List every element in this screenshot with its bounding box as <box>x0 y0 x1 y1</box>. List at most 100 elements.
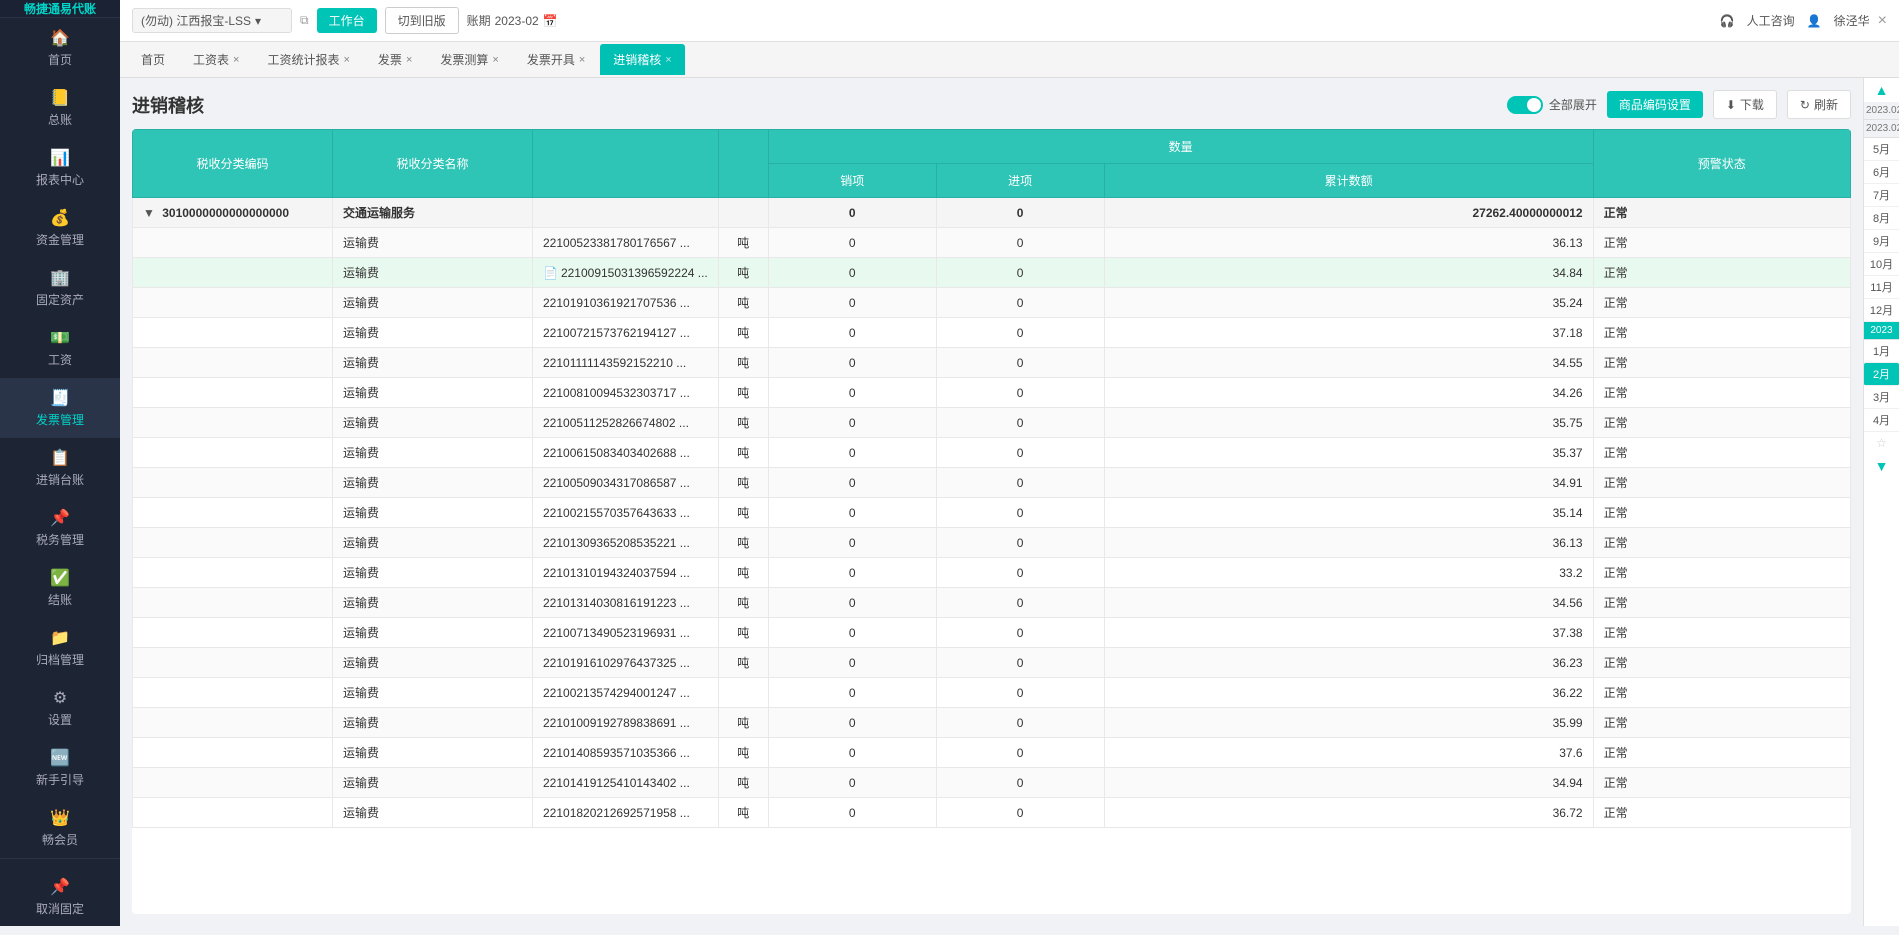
rp-month-9[interactable]: 9月 <box>1864 230 1899 253</box>
rp-month-1[interactable]: 1月 <box>1864 340 1899 363</box>
scroll-up-button[interactable]: ▲ <box>1864 78 1899 102</box>
support-label[interactable]: 人工咨询 <box>1747 12 1795 29</box>
cell-code <box>133 348 333 378</box>
rp-month-11[interactable]: 11月 <box>1864 276 1899 299</box>
cell-cumulative: 34.91 <box>1104 468 1593 498</box>
company-selector[interactable]: (勿动) 江西报宝-LSS ▾ <box>132 8 292 33</box>
toggle-label: 全部展开 <box>1549 96 1597 113</box>
tab-home[interactable]: 首页 <box>128 44 178 75</box>
file-icon: 📄 <box>543 266 558 280</box>
tab-close-salary_stat[interactable]: × <box>343 54 349 66</box>
member-icon: 👑 <box>50 808 70 828</box>
close-icon[interactable]: × <box>1878 12 1887 30</box>
switch-version-button[interactable]: 切到旧版 <box>385 7 459 34</box>
cell-invoice: 22101910361921707536 ... <box>533 288 719 318</box>
cell-code <box>133 558 333 588</box>
tab-salary[interactable]: 工资表× <box>180 44 252 75</box>
period-value: 2023-02 <box>495 14 539 28</box>
cell-status: 正常 <box>1593 498 1850 528</box>
rp-month-10[interactable]: 10月 <box>1864 253 1899 276</box>
sidebar-item-guide[interactable]: 🆕新手引导 <box>0 738 120 798</box>
cell-name: 运输费 <box>333 348 533 378</box>
rp-month-12[interactable]: 12月 <box>1864 299 1899 322</box>
tab-invoice[interactable]: 发票× <box>365 44 425 75</box>
sidebar-item-invoice_mgmt[interactable]: 🧾发票管理 <box>0 378 120 438</box>
tab-close-invoice[interactable]: × <box>406 54 412 66</box>
cell-invoice: 22101820212692571958 ... <box>533 798 719 828</box>
cell-cumulative: 35.99 <box>1104 708 1593 738</box>
tab-sales_check[interactable]: 进销稽核× <box>600 44 684 75</box>
cell-status: 正常 <box>1593 528 1850 558</box>
sidebar-item-archive[interactable]: 📁归档管理 <box>0 618 120 678</box>
sidebar-item-purchase_sales[interactable]: 📋进销台账 <box>0 438 120 498</box>
tab-invoice_calc[interactable]: 发票测算× <box>427 44 511 75</box>
table-row: 运输费 22100713490523196931 ... 吨 0 0 37.38… <box>133 618 1851 648</box>
cell-purchase: 0 <box>936 618 1104 648</box>
col-cumulative-header: 累计数额 <box>1104 164 1593 198</box>
sidebar-item-member[interactable]: 👑畅会员 <box>0 798 120 858</box>
refresh-button[interactable]: ↻ 刷新 <box>1787 90 1851 119</box>
fund-icon: 💰 <box>50 208 70 228</box>
cell-status: 正常 <box>1593 468 1850 498</box>
sidebar-item-settings[interactable]: ⚙设置 <box>0 678 120 738</box>
table-row: 运输费 22101408593571035366 ... 吨 0 0 37.6 … <box>133 738 1851 768</box>
rp-month-6[interactable]: 6月 <box>1864 161 1899 184</box>
cell-invoice <box>533 198 719 228</box>
expand-toggle[interactable] <box>1507 96 1543 114</box>
copy-icon[interactable]: ⧉ <box>300 13 309 28</box>
cell-status: 正常 <box>1593 738 1850 768</box>
cell-name: 运输费 <box>333 588 533 618</box>
cell-unit: 吨 <box>718 498 768 528</box>
cell-purchase: 0 <box>936 288 1104 318</box>
cell-unit: 吨 <box>718 798 768 828</box>
cell-invoice: 22101310194324037594 ... <box>533 558 719 588</box>
rp-month-2[interactable]: 2月 <box>1864 363 1899 386</box>
tab-label-invoice_open: 发票开具 <box>527 51 575 68</box>
sidebar-item-checkout[interactable]: ✅结账 <box>0 558 120 618</box>
sidebar-item-fund[interactable]: 💰资金管理 <box>0 198 120 258</box>
support-icon: 🎧 <box>1720 14 1735 28</box>
cell-invoice: 22100810094532303717 ... <box>533 378 719 408</box>
sidebar-item-salary[interactable]: 💵工资 <box>0 318 120 378</box>
sidebar-label-guide: 新手引导 <box>36 771 84 788</box>
sidebar-label-tax: 税务管理 <box>36 531 84 548</box>
sidebar-item-assets[interactable]: 🏢固定资产 <box>0 258 120 318</box>
settings-button[interactable]: 商品编码设置 <box>1607 91 1703 118</box>
cell-purchase: 0 <box>936 588 1104 618</box>
tab-close-salary[interactable]: × <box>233 54 239 66</box>
expand-toggle-container: 全部展开 <box>1507 96 1597 114</box>
tab-invoice_open[interactable]: 发票开具 × <box>514 44 598 75</box>
unpin-button[interactable]: 📌 取消固定 <box>0 867 120 927</box>
rp-month-3[interactable]: 3月 <box>1864 386 1899 409</box>
cell-unit: 吨 <box>718 318 768 348</box>
calendar-icon[interactable]: 📅 <box>543 14 558 28</box>
tab-close-invoice_calc[interactable]: × <box>492 54 498 66</box>
cell-name: 运输费 <box>333 768 533 798</box>
page-title-bar: 进销稽核 全部展开 商品编码设置 ⬇ 下载 ↻ 刷新 <box>132 90 1851 119</box>
cell-cumulative: 35.24 <box>1104 288 1593 318</box>
rp-month-5[interactable]: 5月 <box>1864 138 1899 161</box>
sidebar-item-report[interactable]: 📊报表中心 <box>0 138 120 198</box>
cell-sales: 0 <box>768 198 936 228</box>
rp-month-4[interactable]: 4月 <box>1864 409 1899 432</box>
cell-code <box>133 618 333 648</box>
tab-close-sales_check[interactable]: × <box>665 54 671 66</box>
sidebar-item-home[interactable]: 🏠首页 <box>0 18 120 78</box>
expand-icon[interactable]: ▼ <box>143 206 155 220</box>
cell-status: 正常 <box>1593 768 1850 798</box>
rp-month-8[interactable]: 8月 <box>1864 207 1899 230</box>
content-area: 进销稽核 全部展开 商品编码设置 ⬇ 下载 ↻ 刷新 <box>120 78 1899 926</box>
tab-close-invoice_open[interactable]: × <box>579 54 585 66</box>
sidebar-item-tax[interactable]: 📌税务管理 <box>0 498 120 558</box>
workbench-button[interactable]: 工作台 <box>317 8 377 33</box>
cell-unit: 吨 <box>718 348 768 378</box>
rp-month-7[interactable]: 7月 <box>1864 184 1899 207</box>
chevron-down-icon: ▾ <box>255 14 261 28</box>
ledger-icon: 📒 <box>50 88 70 108</box>
sidebar-item-ledger[interactable]: 📒总账 <box>0 78 120 138</box>
tab-salary_stat[interactable]: 工资统计报表× <box>254 44 362 75</box>
download-button[interactable]: ⬇ 下载 <box>1713 90 1777 119</box>
data-table-container: 税收分类编码 税收分类名称 数量 预警状态 销项 进项 累计数额 <box>132 129 1851 914</box>
cell-status: 正常 <box>1593 588 1850 618</box>
scroll-down-button[interactable]: ▼ <box>1864 454 1899 478</box>
